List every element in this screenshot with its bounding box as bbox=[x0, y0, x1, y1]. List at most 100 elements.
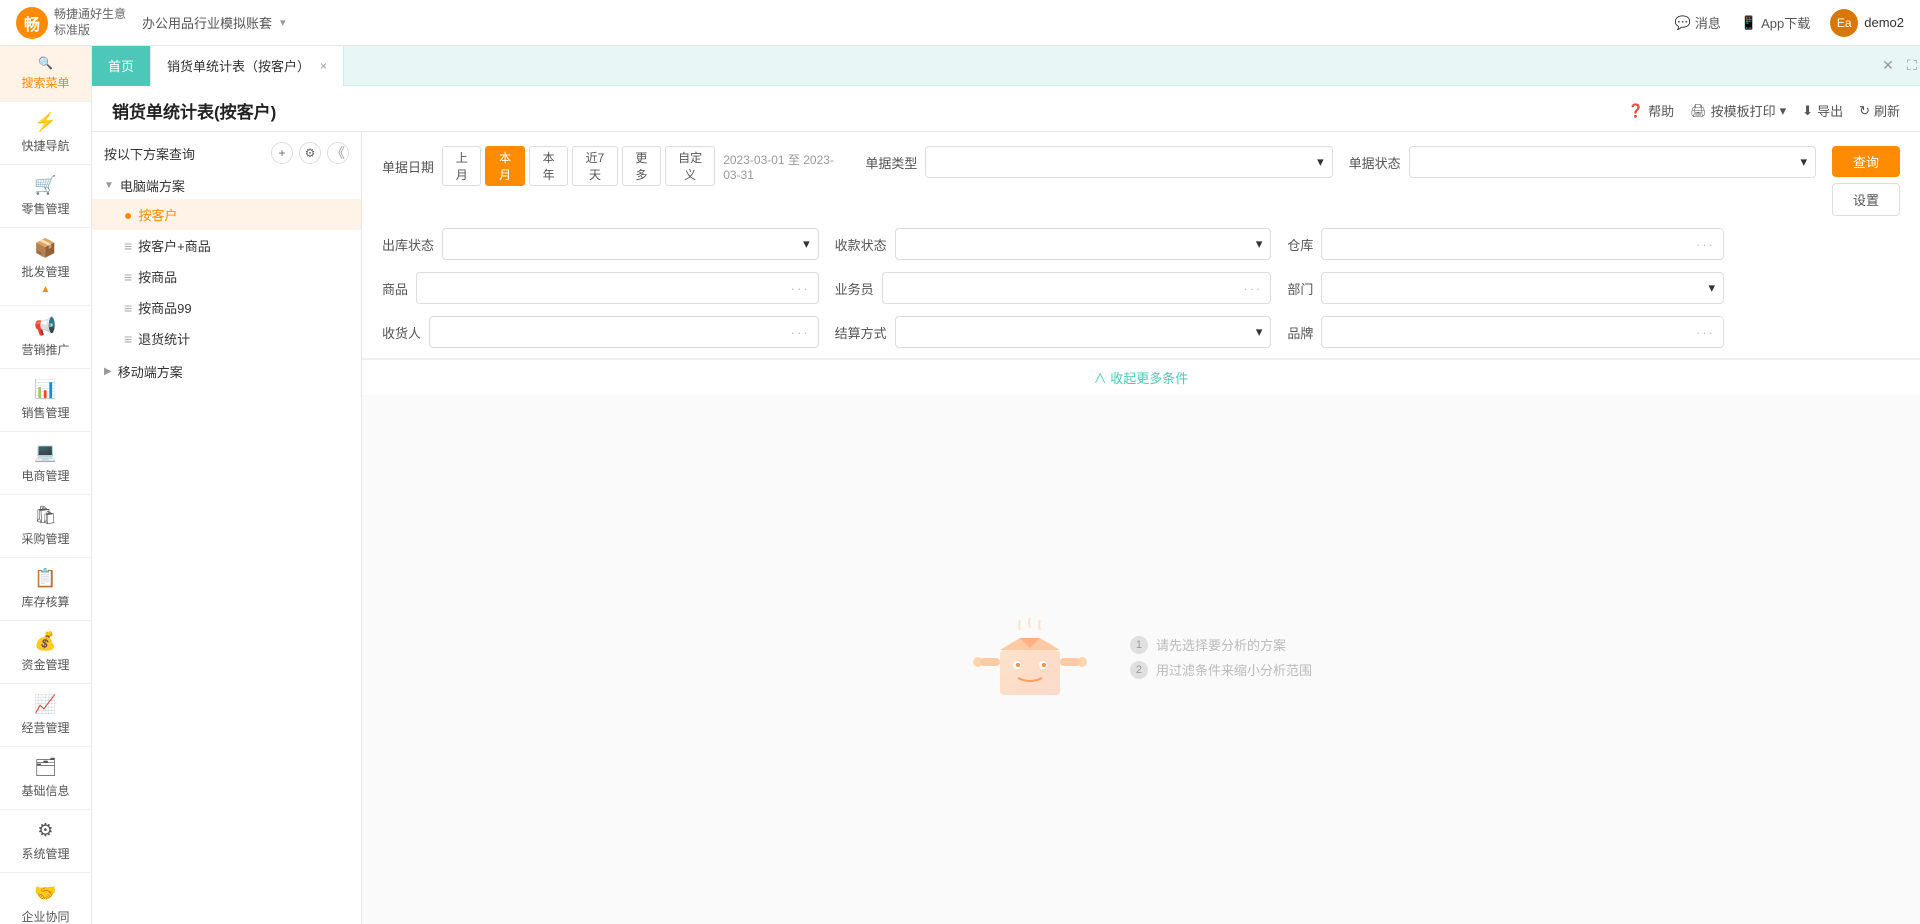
app-name: 办公用品行业模拟账套 bbox=[142, 13, 272, 32]
settle-method-dropdown[interactable]: ▾ bbox=[895, 316, 1272, 348]
ecommerce-icon: 💻 bbox=[34, 442, 56, 463]
sidebar-item-marketing[interactable]: 📢 营销推广 bbox=[0, 306, 91, 369]
date-label: 单据日期 bbox=[382, 157, 434, 176]
date-this-year[interactable]: 本年 bbox=[529, 146, 568, 186]
sidebar-item-purchase[interactable]: 🛍 采购管理 bbox=[0, 495, 91, 558]
window-close-button[interactable]: ✕ bbox=[1880, 58, 1896, 74]
content-area: 首页 销货单统计表（按客户） × ✕ ⛶ 销货单统计表(按客户) ❓ 帮助 🖨 bbox=[92, 46, 1920, 924]
tab-current[interactable]: 销货单统计表（按客户） × bbox=[151, 46, 344, 86]
scheme-group-mobile-title[interactable]: ▶ 移动端方案 bbox=[92, 358, 361, 385]
refresh-button[interactable]: ↻ 刷新 bbox=[1859, 101, 1900, 120]
filter-row-4: 收货人 结算方式 ▾ bbox=[382, 316, 1900, 348]
enterprise-icon: 🤝 bbox=[34, 883, 56, 904]
dept-chevron: ▾ bbox=[1708, 280, 1715, 296]
warehouse-filter: 仓库 bbox=[1287, 228, 1724, 260]
doc-status-dropdown[interactable]: ▾ bbox=[1409, 146, 1816, 178]
query-actions: 查询 设置 bbox=[1832, 146, 1900, 216]
date-this-month[interactable]: 本月 bbox=[485, 146, 524, 186]
scheme-add-button[interactable]: + bbox=[271, 142, 293, 164]
sidebar-label-system: 系统管理 bbox=[21, 845, 69, 862]
window-maximize-button[interactable]: ⛶ bbox=[1904, 58, 1920, 74]
filter-section: 单据日期 上月 本月 本年 近7天 更多 自定义 2023-03-01 至 20… bbox=[362, 132, 1920, 359]
logo-icon: 畅 bbox=[16, 7, 48, 39]
sidebar-item-inventory[interactable]: 📋 库存核算 bbox=[0, 558, 91, 621]
warehouse-input[interactable] bbox=[1321, 228, 1724, 260]
sidebar-item-ecommerce[interactable]: 💻 电商管理 bbox=[0, 432, 91, 495]
date-custom[interactable]: 自定义 bbox=[665, 146, 715, 186]
scheme-item-icon-4: ≡ bbox=[124, 300, 132, 316]
dept-dropdown[interactable]: ▾ bbox=[1321, 272, 1724, 304]
scheme-item-label-2: 按客户+商品 bbox=[138, 236, 211, 255]
sidebar-item-sales[interactable]: 📊 销售管理 bbox=[0, 369, 91, 432]
scheme-settings-button[interactable]: ⚙ bbox=[299, 142, 321, 164]
print-dropdown-icon[interactable]: ▾ bbox=[1780, 103, 1787, 119]
sidebar-item-system[interactable]: ⚙ 系统管理 bbox=[0, 810, 91, 873]
inventory-icon: 📋 bbox=[34, 568, 56, 589]
date-last-month[interactable]: 上月 bbox=[442, 146, 481, 186]
app-dropdown-arrow[interactable]: ▾ bbox=[280, 16, 286, 29]
basic-icon: 🗂 bbox=[34, 757, 57, 778]
scheme-group-desktop-title[interactable]: ▼ 电脑端方案 bbox=[92, 172, 361, 199]
scheme-collapse-button[interactable]: 《 bbox=[327, 142, 349, 164]
avatar: Ea bbox=[1830, 9, 1858, 37]
doc-type-dropdown[interactable]: ▾ bbox=[925, 146, 1332, 178]
step-2-text: 用过滤条件来缩小分析范围 bbox=[1156, 660, 1312, 679]
salesperson-label: 业务员 bbox=[835, 279, 874, 298]
sidebar-item-operations[interactable]: 📈 经营管理 bbox=[0, 684, 91, 747]
user-area[interactable]: Ea demo2 bbox=[1830, 9, 1904, 37]
brand-filter: 品牌 bbox=[1287, 316, 1724, 348]
print-button[interactable]: 🖨 按模板打印 ▾ bbox=[1690, 101, 1786, 120]
scheme-item-by-goods[interactable]: ≡ 按商品 bbox=[92, 261, 361, 292]
brand-label: 品牌 bbox=[1287, 323, 1313, 342]
system-icon: ⚙ bbox=[37, 820, 53, 841]
salesperson-filter: 业务员 bbox=[835, 272, 1272, 304]
scheme-item-by-customer-goods[interactable]: ≡ 按客户+商品 bbox=[92, 230, 361, 261]
goods-input[interactable] bbox=[416, 272, 819, 304]
doc-type-filter: 单据类型 ▾ bbox=[865, 146, 1332, 178]
user-name: demo2 bbox=[1864, 15, 1904, 30]
sidebar-item-search[interactable]: 🔍 搜索菜单 bbox=[0, 46, 91, 102]
tab-home[interactable]: 首页 bbox=[92, 46, 151, 86]
date-last7[interactable]: 近7天 bbox=[572, 146, 617, 186]
brand-more-icon bbox=[1696, 325, 1715, 340]
doc-status-filter: 单据状态 ▾ bbox=[1349, 146, 1816, 178]
wholesale-icon: 📦 bbox=[34, 238, 56, 259]
sidebar-item-finance[interactable]: 💰 资金管理 bbox=[0, 621, 91, 684]
salesperson-input[interactable] bbox=[882, 272, 1272, 304]
help-button[interactable]: ❓ 帮助 bbox=[1628, 101, 1674, 120]
sidebar-item-basic[interactable]: 🗂 基础信息 bbox=[0, 747, 91, 810]
sidebar-item-retail[interactable]: 🛒 零售管理 bbox=[0, 165, 91, 228]
query-button[interactable]: 查询 bbox=[1832, 146, 1900, 177]
operations-icon: 📈 bbox=[34, 694, 56, 715]
date-range-display: 2023-03-01 至 2023-03-31 bbox=[723, 151, 849, 182]
step-2-circle: 2 bbox=[1130, 661, 1148, 679]
purchase-icon: 🛍 bbox=[34, 505, 57, 526]
scheme-item-return-stats[interactable]: ≡ 退货统计 bbox=[92, 323, 361, 354]
message-button[interactable]: 💬 消息 bbox=[1675, 13, 1721, 32]
settings-button[interactable]: 设置 bbox=[1832, 183, 1900, 216]
date-more[interactable]: 更多 bbox=[622, 146, 661, 186]
receipt-status-filter: 收款状态 ▾ bbox=[835, 228, 1272, 260]
app-download-button[interactable]: 📱 App下载 bbox=[1741, 13, 1810, 32]
scheme-title: 按以下方案查询 bbox=[104, 144, 195, 163]
out-status-dropdown[interactable]: ▾ bbox=[442, 228, 819, 260]
out-status-label: 出库状态 bbox=[382, 235, 434, 254]
scheme-item-by-customer[interactable]: ● 按客户 bbox=[92, 199, 361, 230]
sidebar-label-search: 搜索菜单 bbox=[21, 74, 69, 91]
export-button[interactable]: ⬇ 导出 bbox=[1802, 101, 1843, 120]
scheme-item-by-goods99[interactable]: ≡ 按商品99 bbox=[92, 292, 361, 323]
consignee-input[interactable] bbox=[429, 316, 819, 348]
print-icon: 🖨 bbox=[1690, 103, 1707, 119]
sidebar-item-nav[interactable]: ⚡ 快捷导航 bbox=[0, 102, 91, 165]
help-icon: ❓ bbox=[1628, 103, 1644, 119]
sidebar-item-wholesale[interactable]: 📦 批发管理 ▲ bbox=[0, 228, 91, 306]
sidebar-label-finance: 资金管理 bbox=[21, 656, 69, 673]
tab-close-button[interactable]: × bbox=[320, 59, 327, 73]
doc-status-chevron: ▾ bbox=[1800, 154, 1807, 170]
brand-input[interactable] bbox=[1321, 316, 1724, 348]
filter-row-2: 出库状态 ▾ 收款状态 ▾ bbox=[382, 228, 1900, 260]
scheme-item-icon-3: ≡ bbox=[124, 269, 132, 285]
sidebar-item-enterprise[interactable]: 🤝 企业协同 bbox=[0, 873, 91, 924]
collapse-more-button[interactable]: ∧ 收起更多条件 bbox=[362, 359, 1920, 395]
receipt-status-dropdown[interactable]: ▾ bbox=[895, 228, 1272, 260]
